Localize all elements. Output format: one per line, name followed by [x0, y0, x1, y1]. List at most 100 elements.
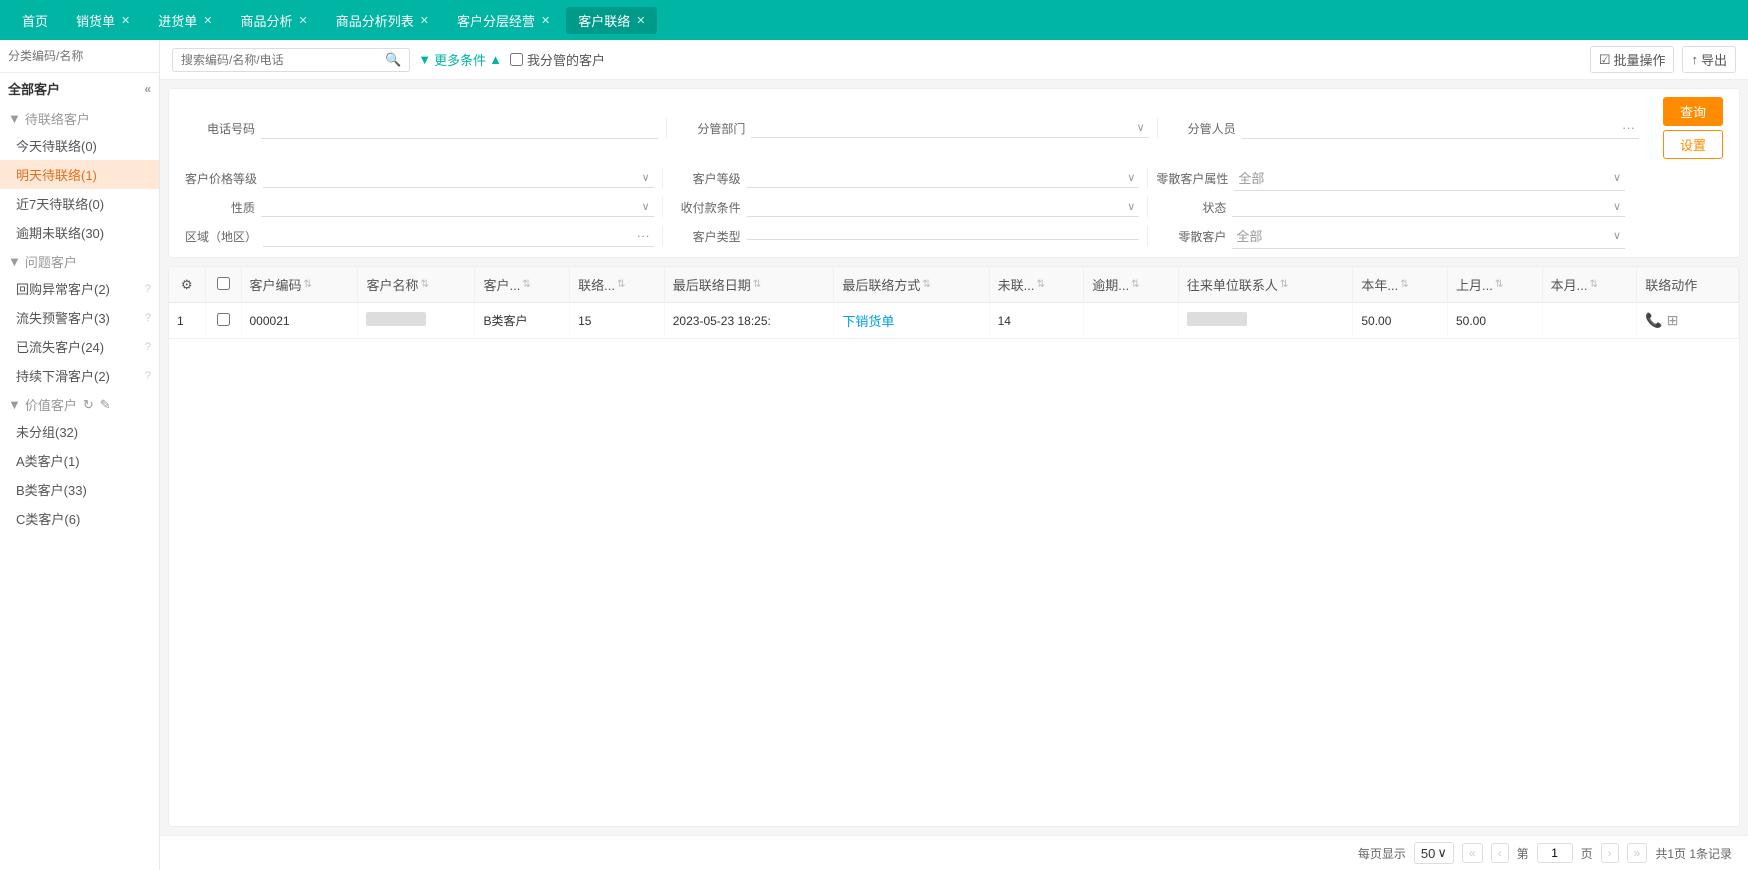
- close-icon[interactable]: ✕: [299, 14, 308, 27]
- sidebar-item-7days[interactable]: 近7天待联络(0): [0, 189, 159, 218]
- gear-col[interactable]: ⚙: [169, 267, 205, 303]
- sidebar-item-b-class[interactable]: B类客户(33): [0, 475, 159, 504]
- sidebar-item-declining[interactable]: 持续下滑客户(2) ?: [0, 361, 159, 390]
- retail-select[interactable]: 全部 ∨: [1232, 223, 1625, 249]
- nav-purchase[interactable]: 进货单 ✕: [146, 7, 224, 34]
- divider: [1157, 118, 1158, 138]
- filter-payment: 收付款条件 ∨: [671, 197, 1140, 217]
- col-last-method[interactable]: 最后联络方式 ⇅: [834, 267, 989, 303]
- col-overdue[interactable]: 逾期... ⇅: [1084, 267, 1179, 303]
- sidebar-item-overdue[interactable]: 逾期未联络(30): [0, 218, 159, 247]
- close-icon[interactable]: ✕: [636, 14, 645, 27]
- retail-attr-select[interactable]: 全部 ∨: [1234, 165, 1625, 191]
- my-customers-checkbox[interactable]: 我分管的客户: [510, 50, 605, 69]
- phone-input[interactable]: [261, 118, 658, 139]
- nature-label: 性质: [185, 199, 255, 216]
- page-size-select[interactable]: 50 ∨: [1414, 842, 1454, 864]
- nature-select[interactable]: ∨: [261, 197, 654, 217]
- sidebar-item-c-class[interactable]: C类客户(6): [0, 504, 159, 533]
- filter-cust-level: 客户等级 ∨: [671, 168, 1140, 188]
- select-all-checkbox[interactable]: [217, 277, 230, 290]
- row-last-method: 下销货单: [834, 303, 989, 339]
- next-page-button[interactable]: ›: [1601, 843, 1619, 863]
- dept-select[interactable]: ∨: [751, 118, 1148, 138]
- ellipsis-icon[interactable]: ···: [637, 228, 650, 243]
- refresh-icon[interactable]: ↻: [83, 397, 94, 413]
- help-icon[interactable]: ?: [145, 283, 151, 295]
- batch-op-button[interactable]: ☑ 批量操作: [1590, 46, 1675, 73]
- filter-row-2: 客户价格等级 ∨ 客户等级 ∨ 零散客户属性: [185, 165, 1723, 191]
- col-unit-contact[interactable]: 往来单位联系人 ⇅: [1178, 267, 1352, 303]
- col-contact[interactable]: 联络... ⇅: [570, 267, 665, 303]
- chevron-up-icon: ▲: [489, 52, 502, 67]
- help-icon[interactable]: ?: [145, 370, 151, 382]
- prev-page-button[interactable]: ‹: [1491, 843, 1509, 863]
- payment-select[interactable]: ∨: [747, 197, 1140, 217]
- last-page-button[interactable]: »: [1627, 843, 1648, 863]
- nav-home[interactable]: 首页: [10, 7, 60, 34]
- status-label: 状态: [1156, 199, 1226, 216]
- main-search-input[interactable]: [181, 53, 381, 67]
- col-name[interactable]: 客户名称 ⇅: [358, 267, 475, 303]
- col-last-date[interactable]: 最后联络日期 ⇅: [664, 267, 834, 303]
- col-last-month[interactable]: 上月... ⇅: [1447, 267, 1542, 303]
- sidebar-item-today[interactable]: 今天待联络(0): [0, 131, 159, 160]
- first-page-button[interactable]: «: [1462, 843, 1483, 863]
- page-input[interactable]: [1537, 843, 1573, 863]
- help-icon[interactable]: ?: [145, 312, 151, 324]
- sort-icon: ⇅: [922, 279, 930, 290]
- dept-label: 分管部门: [675, 120, 745, 137]
- chevron-down-icon: ∨: [1613, 229, 1621, 242]
- close-icon[interactable]: ✕: [121, 14, 130, 27]
- phone-action-icon[interactable]: 📞: [1645, 312, 1662, 329]
- close-icon[interactable]: ✕: [420, 14, 429, 27]
- export-button[interactable]: ↑ 导出: [1682, 46, 1736, 73]
- cust-type-select[interactable]: [747, 233, 1140, 240]
- sidebar-item-churned[interactable]: 已流失客户(24) ?: [0, 332, 159, 361]
- cust-level-select[interactable]: ∨: [747, 168, 1140, 188]
- search-icon[interactable]: 🔍: [385, 52, 401, 68]
- sidebar-item-abnormal[interactable]: 回购异常客户(2) ?: [0, 274, 159, 303]
- last-method-link[interactable]: 下销货单: [842, 314, 894, 329]
- col-this-month[interactable]: 本月... ⇅: [1542, 267, 1637, 303]
- close-icon[interactable]: ✕: [541, 14, 550, 27]
- retail-attr-label: 零散客户属性: [1156, 170, 1228, 187]
- manager-label: 分管人员: [1166, 120, 1236, 137]
- settings-button[interactable]: 设置: [1663, 130, 1723, 159]
- all-customers-header[interactable]: 全部客户 «: [0, 73, 159, 104]
- nav-customer-tier[interactable]: 客户分层经营 ✕: [445, 7, 562, 34]
- sidebar-item-ungrouped[interactable]: 未分组(32): [0, 417, 159, 446]
- nav-customer-contact[interactable]: 客户联络 ✕: [566, 7, 657, 34]
- sidebar-search-area: 🔍: [0, 40, 159, 73]
- filter-row-4: 区域（地区） ··· 客户类型 零散客户: [185, 223, 1723, 249]
- close-icon[interactable]: ✕: [203, 14, 212, 27]
- manager-select[interactable]: ···: [1242, 117, 1639, 139]
- nav-analysis[interactable]: 商品分析 ✕: [228, 7, 319, 34]
- col-unlinked[interactable]: 未联... ⇅: [989, 267, 1084, 303]
- grid-action-icon[interactable]: ⊞: [1667, 312, 1679, 329]
- query-button[interactable]: 查询: [1663, 97, 1723, 126]
- gear-icon[interactable]: ⚙: [181, 277, 193, 292]
- cust-type-label: 客户类型: [671, 228, 741, 245]
- col-code[interactable]: 客户编码 ⇅: [241, 267, 358, 303]
- more-conditions-btn[interactable]: ▼ 更多条件 ▲: [418, 50, 502, 69]
- ellipsis-icon[interactable]: ···: [1622, 120, 1635, 135]
- sidebar-item-churn-warning[interactable]: 流失预警客户(3) ?: [0, 303, 159, 332]
- col-this-year[interactable]: 本年... ⇅: [1353, 267, 1448, 303]
- row-name: [358, 303, 475, 339]
- region-select[interactable]: ···: [263, 225, 654, 247]
- search-box: 🔍: [172, 48, 410, 72]
- nav-sales[interactable]: 销货单 ✕: [64, 7, 142, 34]
- col-type[interactable]: 客户... ⇅: [475, 267, 570, 303]
- price-select[interactable]: ∨: [263, 168, 654, 188]
- sidebar-item-tomorrow[interactable]: 明天待联络(1): [0, 160, 159, 189]
- filter-status: 状态 ∨: [1156, 197, 1625, 217]
- sidebar-search-input[interactable]: [8, 49, 160, 63]
- my-customers-check[interactable]: [510, 53, 523, 66]
- edit-icon[interactable]: ✎: [100, 397, 111, 413]
- row-select-checkbox[interactable]: [217, 313, 230, 326]
- help-icon[interactable]: ?: [145, 341, 151, 353]
- sidebar-item-a-class[interactable]: A类客户(1): [0, 446, 159, 475]
- nav-analysis-list[interactable]: 商品分析列表 ✕: [324, 7, 441, 34]
- status-select[interactable]: ∨: [1232, 197, 1625, 217]
